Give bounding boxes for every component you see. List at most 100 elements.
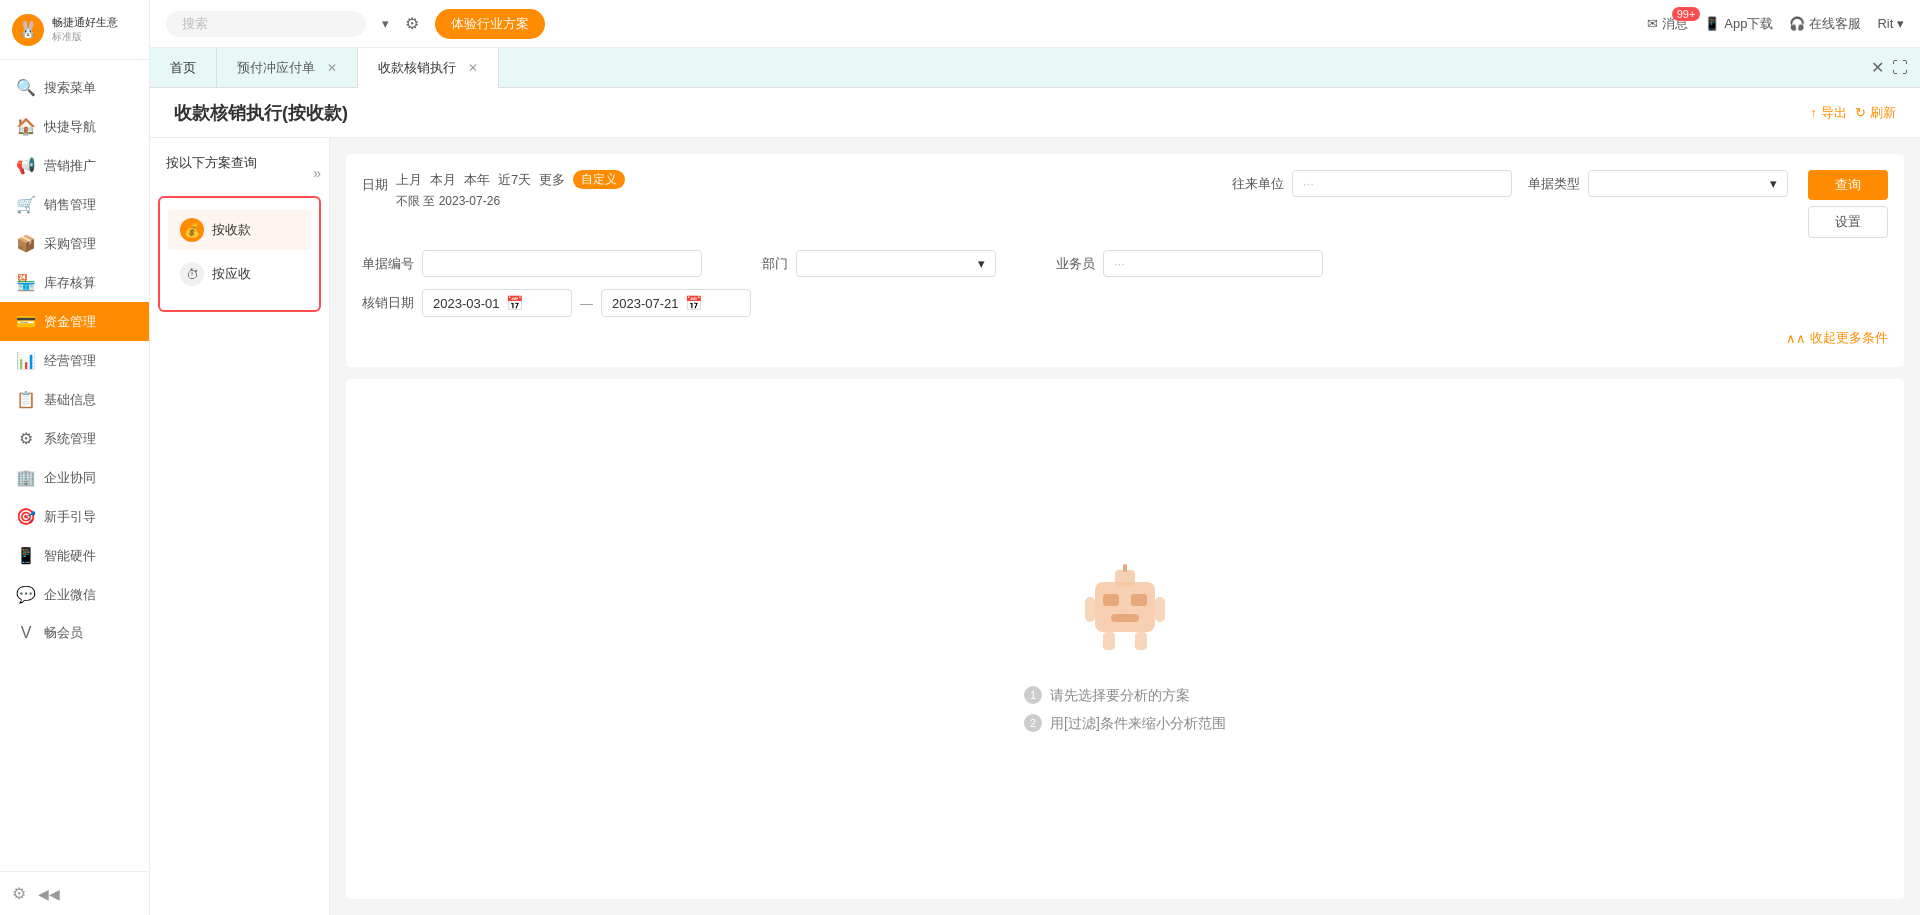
sidebar-item-purchase[interactable]: 📦 采购管理 (0, 224, 149, 263)
date-label: 日期 (362, 170, 388, 194)
sidebar-logo: 🐰 畅捷通好生意 标准版 (0, 0, 149, 60)
export-button[interactable]: ↑ 导出 (1811, 104, 1848, 122)
empty-tip-1: 1 请先选择要分析的方案 (1024, 681, 1226, 709)
filter-option-box: 💰 按收款 ⏱ 按应收 (158, 196, 321, 312)
end-calendar-icon[interactable]: 📅 (685, 295, 702, 311)
doc-no-label: 单据编号 (362, 255, 414, 273)
app-download-link[interactable]: 📱 App下载 (1704, 15, 1773, 33)
sidebar-item-operation[interactable]: 📊 经营管理 (0, 341, 149, 380)
tab-close-all-button[interactable]: ✕ (1871, 58, 1884, 77)
verify-date-start-input[interactable]: 2023-03-01 📅 (422, 289, 572, 317)
hardware-icon: 📱 (16, 546, 36, 565)
sidebar-item-finance[interactable]: 💳 资金管理 (0, 302, 149, 341)
tab-receivable-close-icon[interactable]: ✕ (468, 61, 478, 75)
message-badge[interactable]: ✉ 消息 99+ (1647, 15, 1688, 33)
left-panel-collapse-icon[interactable]: » (313, 165, 321, 181)
export-icon: ↑ (1811, 105, 1818, 120)
dept-select[interactable]: ▾ (796, 250, 996, 277)
sidebar-item-system[interactable]: ⚙ 系统管理 (0, 419, 149, 458)
date-separator: — (580, 296, 593, 311)
page-title: 收款核销执行(按收款) (174, 101, 1811, 125)
query-button[interactable]: 查询 (1808, 170, 1888, 200)
counterpart-input[interactable]: ··· (1292, 170, 1512, 197)
sidebar-item-sales[interactable]: 🛒 销售管理 (0, 185, 149, 224)
tab-prepay-close-icon[interactable]: ✕ (327, 61, 337, 75)
tab-prepay[interactable]: 预付冲应付单 ✕ (217, 48, 358, 88)
sidebar-item-search[interactable]: 🔍 搜索菜单 (0, 68, 149, 107)
staff-input[interactable]: ··· (1103, 250, 1323, 277)
doc-type-select[interactable]: ▾ (1588, 170, 1788, 197)
sidebar-item-inventory[interactable]: 🏪 库存核算 (0, 263, 149, 302)
home-icon: 🏠 (16, 117, 36, 136)
doc-no-input[interactable] (422, 250, 702, 277)
refresh-button[interactable]: ↻ 刷新 (1855, 104, 1896, 122)
settings-icon[interactable]: ⚙ (12, 884, 26, 903)
tab-home[interactable]: 首页 (150, 48, 217, 88)
sidebar-item-enterprise[interactable]: 🏢 企业协同 (0, 458, 149, 497)
solution-button[interactable]: 体验行业方案 (435, 9, 545, 39)
sidebar-item-member[interactable]: V 畅会员 (0, 614, 149, 652)
sidebar-label-marketing: 营销推广 (44, 157, 96, 175)
receivable-icon: ⏱ (180, 262, 204, 286)
online-service-link[interactable]: 🎧 在线客服 (1789, 15, 1861, 33)
top-header: 搜索 ▾ ⚙ 体验行业方案 ✉ 消息 99+ 📱 App下载 🎧 在线客服 Ri… (150, 0, 1920, 48)
dept-label: 部门 (762, 255, 788, 273)
header-gear-icon[interactable]: ⚙ (405, 14, 419, 33)
doc-type-field: 单据类型 ▾ (1528, 170, 1788, 197)
purchase-icon: 📦 (16, 234, 36, 253)
tip-text-2: 用[过滤]条件来缩小分析范围 (1050, 709, 1226, 737)
sidebar-label-finance: 资金管理 (44, 313, 96, 331)
collapse-more-button[interactable]: ∧∧ 收起更多条件 (1786, 325, 1888, 351)
verify-date-start-value: 2023-03-01 (433, 296, 500, 311)
collapse-sidebar-icon[interactable]: ◀◀ (38, 886, 60, 902)
verify-date-row: 核销日期 2023-03-01 📅 — 2023-07-21 📅 (362, 289, 1888, 317)
date-link-upper[interactable]: 上月 (396, 171, 422, 189)
date-link-custom[interactable]: 自定义 (573, 170, 625, 189)
tab-fullscreen-button[interactable]: ⛶ (1892, 59, 1908, 77)
search-icon: 🔍 (16, 78, 36, 97)
export-label: 导出 (1821, 104, 1847, 122)
sidebar-item-guide[interactable]: 🎯 新手引导 (0, 497, 149, 536)
sidebar-item-wechat[interactable]: 💬 企业微信 (0, 575, 149, 614)
collapse-more-label: 收起更多条件 (1810, 329, 1888, 347)
sidebar-item-shortcut[interactable]: 🏠 快捷导航 (0, 107, 149, 146)
app-name: 畅捷通好生意 (52, 15, 118, 30)
start-calendar-icon[interactable]: 📅 (506, 295, 523, 311)
refresh-label: 刷新 (1870, 104, 1896, 122)
empty-robot-svg (1065, 542, 1185, 662)
setting-button[interactable]: 设置 (1808, 206, 1888, 238)
receipt-icon: 💰 (180, 218, 204, 242)
date-link-more[interactable]: 更多 (539, 171, 565, 189)
main-area: 搜索 ▾ ⚙ 体验行业方案 ✉ 消息 99+ 📱 App下载 🎧 在线客服 Ri… (150, 0, 1920, 915)
staff-label: 业务员 (1056, 255, 1095, 273)
logo-icon: 🐰 (12, 14, 44, 46)
dropdown-arrow-icon[interactable]: ▾ (382, 16, 389, 31)
wechat-icon: 💬 (16, 585, 36, 604)
message-count: 99+ (1672, 7, 1701, 21)
tab-receivable[interactable]: 收款核销执行 ✕ (358, 48, 499, 88)
sidebar-item-basic[interactable]: 📋 基础信息 (0, 380, 149, 419)
filter-by-receivable[interactable]: ⏱ 按应收 (168, 254, 311, 294)
app-download-label: App下载 (1724, 15, 1773, 33)
sidebar-item-marketing[interactable]: 📢 营销推广 (0, 146, 149, 185)
doc-type-label: 单据类型 (1528, 175, 1580, 193)
marketing-icon: 📢 (16, 156, 36, 175)
date-link-current[interactable]: 本月 (430, 171, 456, 189)
date-link-7days[interactable]: 近7天 (498, 171, 531, 189)
filter-form: 日期 上月 本月 本年 近7天 更多 自定义 不限 至 2023-07-26 (346, 154, 1904, 367)
basic-icon: 📋 (16, 390, 36, 409)
page-header: 收款核销执行(按收款) ↑ 导出 ↻ 刷新 (150, 88, 1920, 138)
sidebar-label-hardware: 智能硬件 (44, 547, 96, 565)
verify-date-end-input[interactable]: 2023-07-21 📅 (601, 289, 751, 317)
filter-by-receipt[interactable]: 💰 按收款 (168, 210, 311, 250)
refresh-icon: ↻ (1855, 105, 1866, 120)
sidebar-label-guide: 新手引导 (44, 508, 96, 526)
service-icon: 🎧 (1789, 16, 1805, 31)
sidebar-label-inventory: 库存核算 (44, 274, 96, 292)
counterpart-placeholder: ··· (1303, 176, 1314, 191)
guide-icon: 🎯 (16, 507, 36, 526)
user-menu[interactable]: Rit ▾ (1877, 16, 1904, 31)
date-link-year[interactable]: 本年 (464, 171, 490, 189)
sidebar-item-hardware[interactable]: 📱 智能硬件 (0, 536, 149, 575)
svg-rect-9 (1135, 632, 1147, 650)
